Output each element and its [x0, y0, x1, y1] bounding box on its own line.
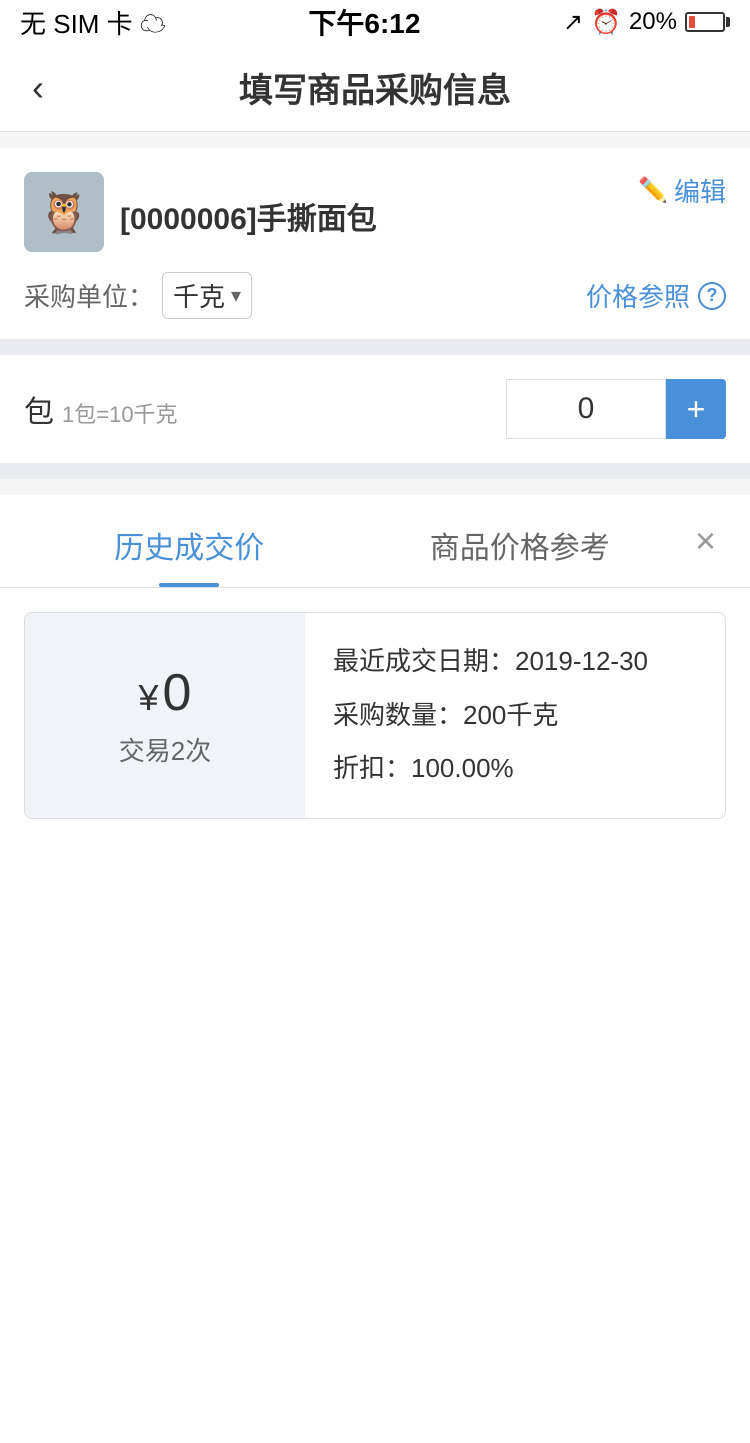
discount-label: 折扣：: [333, 753, 411, 783]
alarm-icon: ⏰: [591, 8, 621, 37]
edit-label: 编辑: [674, 172, 726, 209]
purchase-unit-group: 采购单位： 千克 ▾: [24, 272, 252, 319]
quantity-input[interactable]: [506, 379, 666, 439]
purchase-unit-label: 采购单位：: [24, 277, 154, 314]
back-button[interactable]: ‹: [24, 59, 52, 117]
price-reference-label: 价格参照: [586, 277, 690, 314]
status-left: 无 SIM 卡 ☁: [20, 4, 166, 41]
purchase-qty-value: 200千克: [463, 700, 558, 730]
recent-date-row: 最近成交日期：2019-12-30: [333, 641, 697, 683]
purchase-unit-row: 采购单位： 千克 ▾ 价格参照 ?: [24, 272, 726, 319]
location-icon: ↗: [563, 8, 583, 37]
chevron-down-icon: ▾: [231, 283, 241, 308]
quantity-label-group: 包 1包=10千克: [24, 387, 178, 431]
tab-close-button[interactable]: ×: [685, 500, 726, 582]
price-amount: ¥0: [139, 663, 192, 723]
product-image: 🦉: [24, 172, 104, 252]
quantity-input-group: +: [506, 379, 726, 439]
price-value: 0: [163, 664, 192, 722]
quantity-unit-name: 包: [24, 387, 54, 431]
price-reference-button[interactable]: 价格参照 ?: [586, 277, 726, 314]
unit-select-dropdown[interactable]: 千克 ▾: [162, 272, 252, 319]
status-right: ↗ ⏰ 20%: [563, 8, 730, 37]
discount-row: 折扣：100.00%: [333, 748, 697, 790]
purchase-qty-row: 采购数量：200千克: [333, 695, 697, 737]
battery-icon: [685, 12, 730, 32]
status-bar: 无 SIM 卡 ☁ 下午6:12 ↗ ⏰ 20%: [0, 0, 750, 44]
sim-status: 无 SIM 卡 ☁: [20, 4, 166, 41]
nav-bar: ‹ 填写商品采购信息: [0, 44, 750, 132]
recent-date-value: 2019-12-30: [515, 646, 648, 676]
section-divider-2: [0, 463, 750, 479]
edit-button[interactable]: ✏️ 编辑: [638, 172, 726, 209]
product-logo: 🦉: [39, 189, 89, 236]
status-time: 下午6:12: [308, 2, 420, 42]
tabs-container: 历史成交价 商品价格参考 × ¥0 交易2次 最近成交日期：2019-12-30…: [0, 495, 750, 843]
price-card-right: 最近成交日期：2019-12-30 采购数量：200千克 折扣：100.00%: [305, 613, 725, 818]
price-card-left: ¥0 交易2次: [25, 613, 305, 818]
product-header: 🦉 [0000006]手撕面包 ✏️ 编辑: [24, 172, 726, 252]
recent-date-label: 最近成交日期：: [333, 646, 515, 676]
price-card: ¥0 交易2次 最近成交日期：2019-12-30 采购数量：200千克 折扣：…: [24, 612, 726, 819]
section-divider: [0, 339, 750, 355]
discount-value: 100.00%: [411, 753, 514, 783]
product-card: 🦉 [0000006]手撕面包 ✏️ 编辑 采购单位： 千克 ▾ 价格参照 ?: [0, 148, 750, 339]
unit-value: 千克: [173, 277, 225, 314]
info-icon: ?: [698, 282, 726, 310]
tab-content-history: ¥0 交易2次 最近成交日期：2019-12-30 采购数量：200千克 折扣：…: [0, 588, 750, 843]
page-bottom: [0, 843, 750, 1443]
page-title: 填写商品采购信息: [239, 63, 511, 112]
tabs-header: 历史成交价 商品价格参考 ×: [0, 495, 750, 588]
quantity-row: 包 1包=10千克 +: [0, 355, 750, 463]
currency-symbol: ¥: [139, 677, 159, 718]
purchase-qty-label: 采购数量：: [333, 700, 463, 730]
battery-percent: 20%: [629, 8, 677, 36]
edit-icon: ✏️: [638, 176, 668, 205]
quantity-plus-button[interactable]: +: [666, 379, 726, 439]
quantity-conversion: 1包=10千克: [62, 397, 178, 429]
product-full-name: [0000006]手撕面包: [120, 194, 377, 238]
tab-history-price[interactable]: 历史成交价: [24, 495, 354, 587]
product-info: 🦉 [0000006]手撕面包: [24, 172, 377, 252]
product-name-wrap: [0000006]手撕面包: [120, 186, 377, 238]
transaction-count: 交易2次: [119, 731, 211, 768]
tab-price-reference[interactable]: 商品价格参考: [354, 495, 684, 587]
